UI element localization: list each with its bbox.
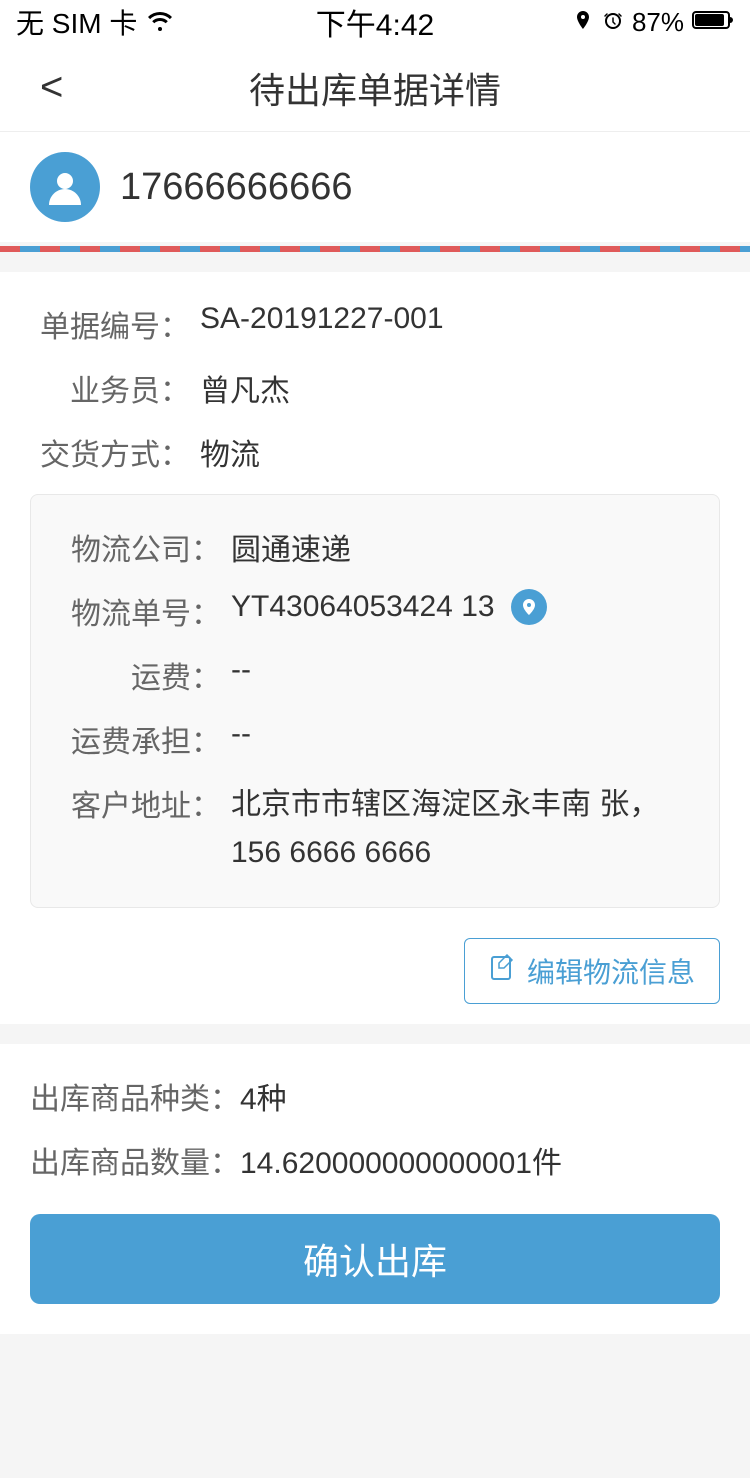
tracking-no-value: YT43064053424 13 <box>231 589 689 625</box>
delivery-method-row: 交货方式： 物流 <box>30 420 720 484</box>
edit-icon <box>489 954 517 989</box>
user-icon <box>43 165 87 209</box>
page-title: 待出库单据详情 <box>249 62 501 114</box>
freight-bearer-row: 运费承担： -- <box>61 707 689 771</box>
logistics-card: 物流公司： 圆通速递 物流单号： YT43064053424 13 运费： -- <box>30 494 720 908</box>
avatar <box>30 152 100 222</box>
goods-quantity-row: 出库商品数量： 14.620000000000001件 <box>30 1128 720 1192</box>
back-button[interactable]: < <box>30 55 73 120</box>
freight-row: 运费： -- <box>61 643 689 707</box>
salesman-label: 业务员： <box>30 366 190 410</box>
location-status-icon <box>572 7 594 38</box>
customer-phone: 17666666666 <box>120 166 352 209</box>
order-no-row: 单据编号： SA-20191227-001 <box>30 292 720 356</box>
delivery-method-label: 交货方式： <box>30 430 190 474</box>
tracking-no-label: 物流单号： <box>61 589 221 633</box>
confirm-label: 确认出库 <box>303 1233 447 1285</box>
edit-logistics-label: 编辑物流信息 <box>527 951 695 991</box>
goods-type-row: 出库商品种类： 4种 <box>30 1064 720 1128</box>
address-value: 北京市市辖区海淀区永丰南 张，156 6666 6666 <box>231 781 689 877</box>
freight-value: -- <box>231 653 689 687</box>
battery-icon <box>692 7 734 38</box>
goods-quantity-label: 出库商品数量： <box>30 1138 240 1182</box>
dashed-divider <box>0 246 750 252</box>
status-bar: 无 SIM 卡 下午4:42 87% <box>0 0 750 44</box>
status-time: 下午4:42 <box>316 0 434 44</box>
tracking-no-row: 物流单号： YT43064053424 13 <box>61 579 689 643</box>
address-label: 客户地址： <box>61 781 221 825</box>
freight-label: 运费： <box>61 653 221 697</box>
order-no-value: SA-20191227-001 <box>200 302 720 336</box>
goods-quantity-value: 14.620000000000001件 <box>240 1138 562 1182</box>
address-row: 客户地址： 北京市市辖区海淀区永丰南 张，156 6666 6666 <box>61 771 689 887</box>
edit-logistics-button[interactable]: 编辑物流信息 <box>464 938 720 1004</box>
goods-type-value: 4种 <box>240 1074 287 1118</box>
alarm-icon <box>602 7 624 38</box>
salesman-value: 曾凡杰 <box>200 366 720 410</box>
bottom-container: 确认出库 <box>0 1198 750 1334</box>
logistics-company-value: 圆通速递 <box>231 525 689 569</box>
battery-label: 87% <box>632 7 684 38</box>
freight-bearer-value: -- <box>231 717 689 751</box>
customer-header: 17666666666 <box>0 132 750 242</box>
order-no-label: 单据编号： <box>30 302 190 346</box>
wifi-icon <box>145 6 175 38</box>
edit-btn-row: 编辑物流信息 <box>30 928 720 1004</box>
logistics-company-row: 物流公司： 圆通速递 <box>61 515 689 579</box>
freight-bearer-label: 运费承担： <box>61 717 221 761</box>
salesman-row: 业务员： 曾凡杰 <box>30 356 720 420</box>
goods-type-label: 出库商品种类： <box>30 1074 240 1118</box>
status-right: 87% <box>572 7 734 38</box>
location-icon[interactable] <box>511 589 547 625</box>
delivery-method-value: 物流 <box>200 430 720 474</box>
order-info-section: 单据编号： SA-20191227-001 业务员： 曾凡杰 交货方式： 物流 … <box>0 272 750 1024</box>
carrier-label: 无 SIM 卡 <box>16 2 137 42</box>
status-left: 无 SIM 卡 <box>16 2 175 42</box>
nav-bar: < 待出库单据详情 <box>0 44 750 132</box>
logistics-company-label: 物流公司： <box>61 525 221 569</box>
confirm-outbound-button[interactable]: 确认出库 <box>30 1214 720 1304</box>
